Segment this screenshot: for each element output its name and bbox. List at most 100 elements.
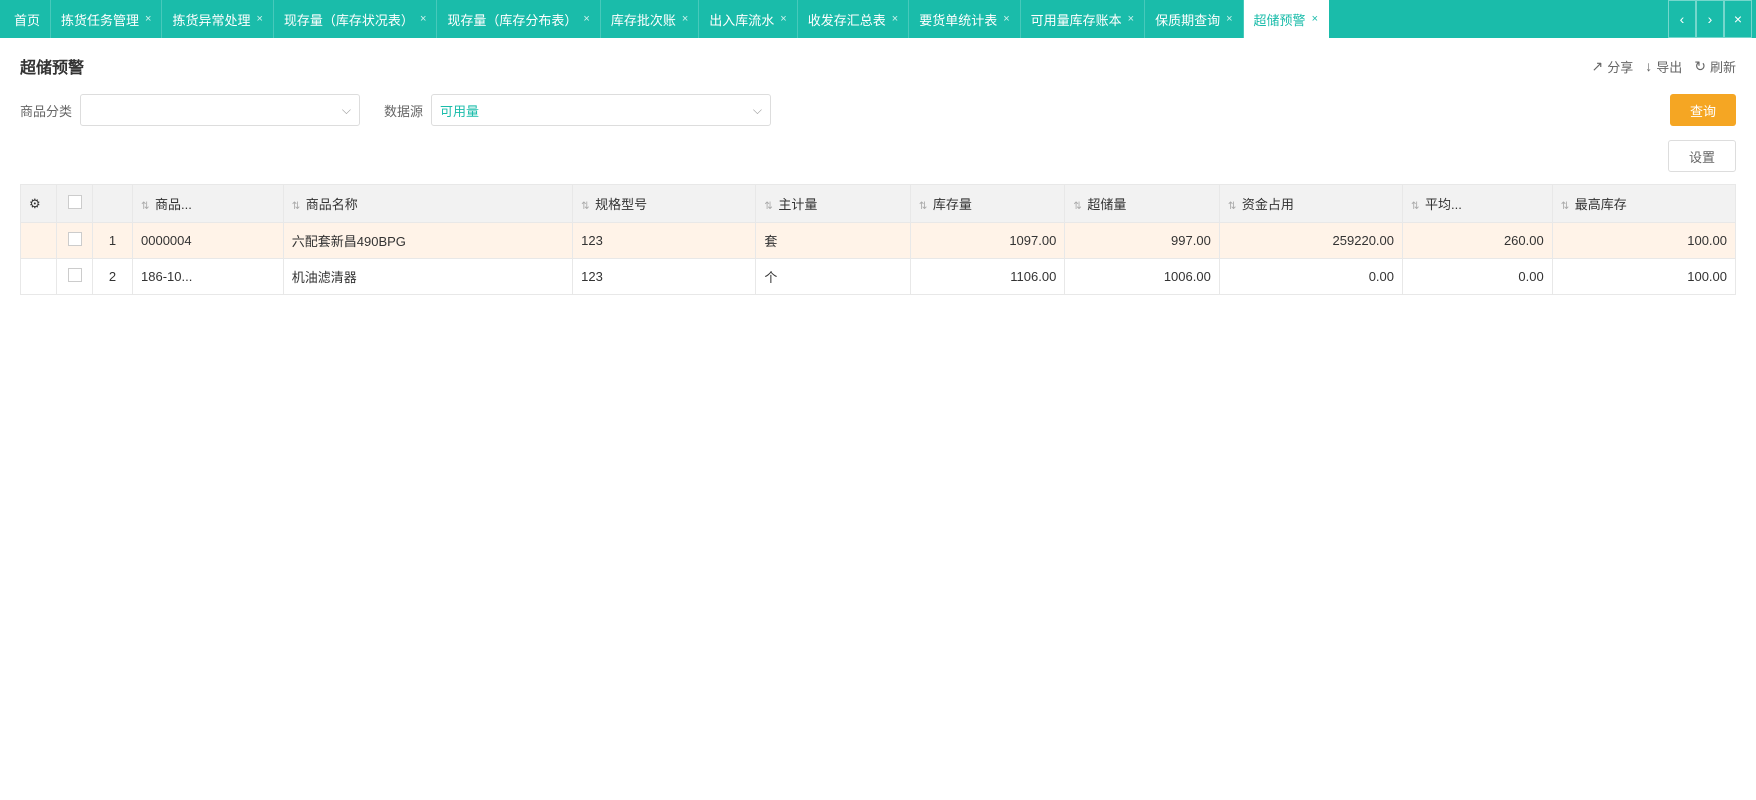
row-capital-1: 0.00	[1219, 259, 1402, 295]
sort-product-code-icon: ⇅	[141, 201, 149, 212]
row-spec-0: 123	[573, 223, 756, 259]
nav-summary-close[interactable]: ×	[892, 13, 898, 25]
datasource-chevron-icon: ⌵	[753, 103, 762, 118]
nav-summary[interactable]: 收发存汇总表 ×	[798, 0, 909, 38]
row-num-0: 1	[93, 223, 133, 259]
row-gear-0[interactable]	[21, 223, 57, 259]
row-checkbox-1[interactable]	[57, 259, 93, 295]
col-product-name[interactable]: ⇅ 商品名称	[283, 185, 572, 223]
col-spec[interactable]: ⇅ 规格型号	[573, 185, 756, 223]
share-icon: ↗	[1591, 58, 1603, 75]
nav-arrow-right[interactable]: ›	[1696, 0, 1724, 38]
select-all-checkbox[interactable]	[68, 195, 82, 209]
nav-inventory-status-label: 现存量（库存状况表）	[284, 10, 414, 29]
col-overstock[interactable]: ⇅ 超储量	[1065, 185, 1220, 223]
nav-home-label: 首页	[14, 10, 40, 29]
row-checkbox-0[interactable]	[57, 223, 93, 259]
row-capital-0: 259220.00	[1219, 223, 1402, 259]
nav-inventory-status[interactable]: 现存量（库存状况表） ×	[274, 0, 437, 38]
top-navigation: 首页 拣货任务管理 × 拣货异常处理 × 现存量（库存状况表） × 现存量（库存…	[0, 0, 1756, 38]
nav-shelf-life[interactable]: 保质期查询 ×	[1145, 0, 1243, 38]
row-product-name-1: 机油滤清器	[283, 259, 572, 295]
nav-available-stock-close[interactable]: ×	[1128, 13, 1134, 25]
sort-product-name-icon: ⇅	[292, 201, 300, 212]
nav-inventory-status-close[interactable]: ×	[420, 13, 426, 25]
page-title: 超储预警	[20, 54, 84, 78]
nav-inventory-dist-label: 现存量（库存分布表）	[447, 10, 577, 29]
sort-avg-icon: ⇅	[1411, 201, 1419, 212]
nav-inout-flow-close[interactable]: ×	[780, 13, 786, 25]
nav-pick-abnormal-label: 拣货异常处理	[172, 10, 250, 29]
col-gear[interactable]: ⚙	[21, 185, 57, 223]
table-row: 1 0000004 六配套新昌490BPG 123 套 1097.00 997.…	[21, 223, 1736, 259]
settings-button[interactable]: 设置	[1668, 140, 1736, 172]
row-gear-1[interactable]	[21, 259, 57, 295]
row-product-code-1: 186-10...	[133, 259, 284, 295]
filter-action-buttons: 查询	[1670, 94, 1736, 126]
row-max-stock-1: 100.00	[1552, 259, 1735, 295]
nav-overstock-warning[interactable]: 超储预警 ×	[1244, 0, 1329, 38]
share-label: 分享	[1607, 57, 1633, 76]
table-row: 2 186-10... 机油滤清器 123 个 1106.00 1006.00 …	[21, 259, 1736, 295]
nav-order-stat[interactable]: 要货单统计表 ×	[909, 0, 1020, 38]
row-max-stock-0: 100.00	[1552, 223, 1735, 259]
sort-max-stock-icon: ⇅	[1561, 201, 1569, 212]
category-chevron-icon: ⌵	[342, 103, 351, 118]
nav-home[interactable]: 首页	[4, 0, 51, 38]
row-cb-0[interactable]	[68, 232, 82, 246]
nav-order-stat-close[interactable]: ×	[1003, 13, 1009, 25]
nav-order-stat-label: 要货单统计表	[919, 10, 997, 29]
sort-capital-icon: ⇅	[1228, 201, 1236, 212]
nav-batch-account-close[interactable]: ×	[682, 13, 688, 25]
datasource-filter-group: 数据源 可用量 ⌵	[384, 94, 771, 126]
query-button[interactable]: 查询	[1670, 94, 1736, 126]
nav-pick-task[interactable]: 拣货任务管理 ×	[51, 0, 162, 38]
datasource-label: 数据源	[384, 101, 423, 120]
nav-shelf-life-close[interactable]: ×	[1226, 13, 1232, 25]
datasource-select[interactable]: 可用量 ⌵	[431, 94, 771, 126]
page-header: 超储预警 ↗ 分享 ↓ 导出 ↻ 刷新	[20, 54, 1736, 78]
row-cb-1[interactable]	[68, 268, 82, 282]
row-overstock-1: 1006.00	[1065, 259, 1220, 295]
col-stock[interactable]: ⇅ 库存量	[910, 185, 1065, 223]
nav-pick-task-label: 拣货任务管理	[61, 10, 139, 29]
nav-batch-account[interactable]: 库存批次账 ×	[601, 0, 699, 38]
nav-available-stock[interactable]: 可用量库存账本 ×	[1021, 0, 1145, 38]
nav-available-stock-label: 可用量库存账本	[1031, 10, 1122, 29]
row-stock-1: 1106.00	[910, 259, 1065, 295]
sort-unit-icon: ⇅	[764, 201, 772, 212]
data-table: ⚙ ⇅ 商品... ⇅ 商品名称 ⇅ 规格型号 ⇅	[20, 184, 1736, 295]
sort-spec-icon: ⇅	[581, 201, 589, 212]
col-capital[interactable]: ⇅ 资金占用	[1219, 185, 1402, 223]
nav-inout-flow-label: 出入库流水	[709, 10, 774, 29]
export-label: 导出	[1656, 57, 1682, 76]
refresh-icon: ↻	[1694, 58, 1706, 75]
nav-pick-abnormal[interactable]: 拣货异常处理 ×	[162, 0, 273, 38]
row-spec-1: 123	[573, 259, 756, 295]
share-button[interactable]: ↗ 分享	[1591, 57, 1633, 76]
category-filter-group: 商品分类 ⌵	[20, 94, 360, 126]
row-avg-1: 0.00	[1403, 259, 1553, 295]
nav-inout-flow[interactable]: 出入库流水 ×	[699, 0, 797, 38]
col-max-stock[interactable]: ⇅ 最高库存	[1552, 185, 1735, 223]
nav-inventory-dist-close[interactable]: ×	[583, 13, 589, 25]
nav-inventory-dist[interactable]: 现存量（库存分布表） ×	[437, 0, 600, 38]
row-num-1: 2	[93, 259, 133, 295]
row-product-name-0: 六配套新昌490BPG	[283, 223, 572, 259]
col-avg[interactable]: ⇅ 平均...	[1403, 185, 1553, 223]
category-select[interactable]: ⌵	[80, 94, 360, 126]
refresh-button[interactable]: ↻ 刷新	[1694, 57, 1736, 76]
row-unit-1: 个	[756, 259, 911, 295]
nav-overstock-warning-label: 超储预警	[1254, 10, 1306, 29]
nav-pick-task-close[interactable]: ×	[145, 13, 151, 25]
nav-arrow-left[interactable]: ‹	[1668, 0, 1696, 38]
col-unit[interactable]: ⇅ 主计量	[756, 185, 911, 223]
col-product-code[interactable]: ⇅ 商品...	[133, 185, 284, 223]
nav-batch-account-label: 库存批次账	[611, 10, 676, 29]
nav-overstock-warning-close[interactable]: ×	[1312, 13, 1318, 25]
export-button[interactable]: ↓ 导出	[1645, 57, 1682, 76]
row-avg-0: 260.00	[1403, 223, 1553, 259]
nav-close-all[interactable]: ×	[1724, 0, 1752, 38]
refresh-label: 刷新	[1710, 57, 1736, 76]
nav-pick-abnormal-close[interactable]: ×	[256, 13, 262, 25]
